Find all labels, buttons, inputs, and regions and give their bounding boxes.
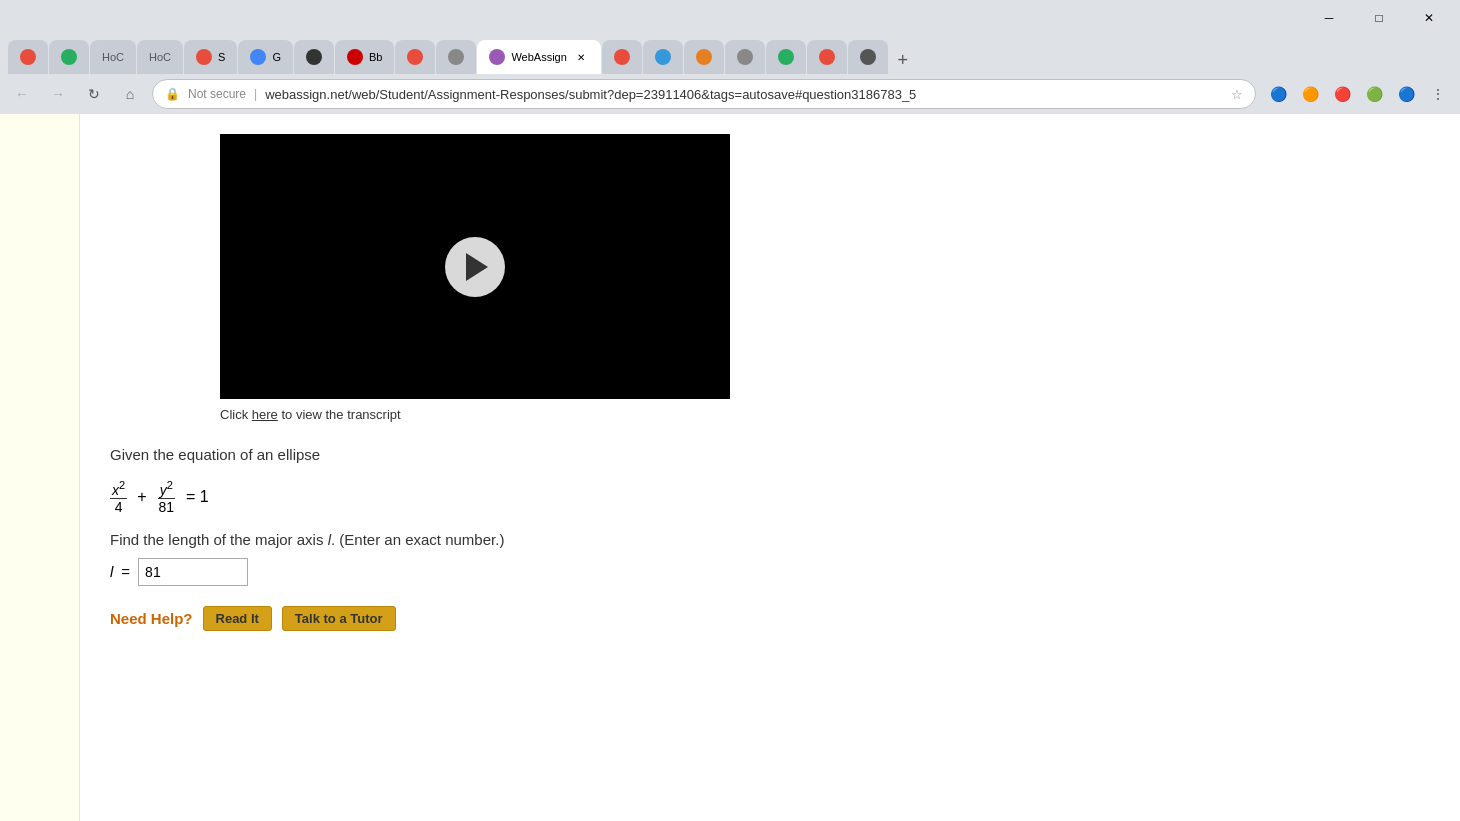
url-bar[interactable]: 🔒 Not secure | webassign.net/web/Student… [152, 79, 1256, 109]
fraction-y: y2 81 [156, 479, 176, 515]
maximize-button[interactable]: □ [1356, 3, 1402, 33]
tab-4[interactable]: HoC [137, 40, 183, 74]
tab-favicon-6 [250, 49, 266, 65]
equals-sign-eq: = 1 [186, 488, 209, 506]
answer-row: l = [110, 558, 1430, 586]
main-layout: Click here to view the transcript Given … [0, 114, 1460, 821]
need-help-section: Need Help? Read It Talk to a Tutor [110, 606, 1430, 631]
extension-icon-1[interactable]: 🔵 [1264, 80, 1292, 108]
fraction-x: x2 4 [110, 479, 127, 515]
close-button[interactable]: ✕ [1406, 3, 1452, 33]
answer-input[interactable] [138, 558, 248, 586]
fraction-y-top: y2 [158, 479, 175, 499]
extension-icon-3[interactable]: 🔴 [1328, 80, 1356, 108]
address-bar: ← → ↻ ⌂ 🔒 Not secure | webassign.net/web… [0, 74, 1460, 114]
new-tab-button[interactable]: + [889, 46, 917, 74]
tab-favicon-2 [61, 49, 77, 65]
tab-5[interactable]: S [184, 40, 237, 74]
tab-11[interactable] [602, 40, 642, 74]
tab-label-active: WebAssign [511, 51, 566, 63]
tab-9[interactable] [395, 40, 435, 74]
settings-icon[interactable]: ⋮ [1424, 80, 1452, 108]
answer-equals: = [121, 563, 130, 580]
security-label: Not secure [188, 87, 246, 101]
tab-17[interactable] [848, 40, 888, 74]
tab-favicon-7 [306, 49, 322, 65]
tab-favicon-12 [655, 49, 671, 65]
back-button[interactable]: ← [8, 80, 36, 108]
left-sidebar [0, 114, 80, 821]
video-player[interactable] [220, 134, 730, 399]
tab-2[interactable] [49, 40, 89, 74]
question-section: Given the equation of an ellipse x2 4 + … [110, 446, 1430, 631]
read-it-button[interactable]: Read It [203, 606, 272, 631]
transcript-here-link[interactable]: here [252, 407, 278, 422]
extension-icon-5[interactable]: 🔵 [1392, 80, 1420, 108]
tab-14[interactable] [725, 40, 765, 74]
tab-label-5: S [218, 51, 225, 63]
extension-icon-4[interactable]: 🟢 [1360, 80, 1388, 108]
minimize-button[interactable]: ─ [1306, 3, 1352, 33]
math-equation: x2 4 + y2 81 = 1 [110, 479, 1430, 515]
tab-label-3: HoC [102, 51, 124, 63]
toolbar-icons: 🔵 🟠 🔴 🟢 🔵 ⋮ [1264, 80, 1452, 108]
window-controls: ─ □ ✕ [1306, 3, 1452, 33]
tab-favicon-5 [196, 49, 212, 65]
tab-label-4: HoC [149, 51, 171, 63]
tab-favicon-10 [448, 49, 464, 65]
fraction-x-bottom: 4 [113, 499, 125, 515]
tab-active[interactable]: WebAssign ✕ [477, 40, 600, 74]
security-icon: 🔒 [165, 87, 180, 101]
play-icon [466, 253, 488, 281]
tab-10[interactable] [436, 40, 476, 74]
fraction-x-top: x2 [110, 479, 127, 499]
bookmark-icon[interactable]: ☆ [1231, 87, 1243, 102]
extension-icon-2[interactable]: 🟠 [1296, 80, 1324, 108]
tab-8[interactable]: Bb [335, 40, 394, 74]
tab-favicon-15 [778, 49, 794, 65]
tabs-area: HoC HoC S G Bb WebAssign ✕ [0, 36, 1460, 74]
tab-16[interactable] [807, 40, 847, 74]
tab-favicon-11 [614, 49, 630, 65]
tab-3[interactable]: HoC [90, 40, 136, 74]
tab-13[interactable] [684, 40, 724, 74]
tab-7[interactable] [294, 40, 334, 74]
tab-close-active[interactable]: ✕ [573, 49, 589, 65]
tab-favicon-active [489, 49, 505, 65]
page-wrapper: Click here to view the transcript Given … [0, 114, 1460, 821]
fraction-y-bottom: 81 [156, 499, 176, 515]
question-content: Click here to view the transcript Given … [80, 114, 1460, 821]
tab-favicon-1 [20, 49, 36, 65]
tab-favicon-13 [696, 49, 712, 65]
tab-favicon-9 [407, 49, 423, 65]
home-button[interactable]: ⌂ [116, 80, 144, 108]
plus-sign: + [137, 488, 146, 506]
tab-15[interactable] [766, 40, 806, 74]
play-button[interactable] [445, 237, 505, 297]
question-intro: Given the equation of an ellipse [110, 446, 1430, 463]
tab-favicon-8 [347, 49, 363, 65]
talk-to-tutor-button[interactable]: Talk to a Tutor [282, 606, 396, 631]
reload-button[interactable]: ↻ [80, 80, 108, 108]
tab-label-6: G [272, 51, 281, 63]
tab-favicon-14 [737, 49, 753, 65]
forward-button[interactable]: → [44, 80, 72, 108]
answer-label: l [110, 563, 113, 580]
tab-1[interactable] [8, 40, 48, 74]
url-text: webassign.net/web/Student/Assignment-Res… [265, 87, 1223, 102]
tab-label-8: Bb [369, 51, 382, 63]
find-text: Find the length of the major axis l. (En… [110, 531, 1430, 548]
transcript-link-area: Click here to view the transcript [220, 407, 1430, 422]
tab-6[interactable]: G [238, 40, 293, 74]
tab-12[interactable] [643, 40, 683, 74]
need-help-label: Need Help? [110, 610, 193, 627]
tab-favicon-17 [860, 49, 876, 65]
title-bar: ─ □ ✕ [0, 0, 1460, 36]
tab-favicon-16 [819, 49, 835, 65]
